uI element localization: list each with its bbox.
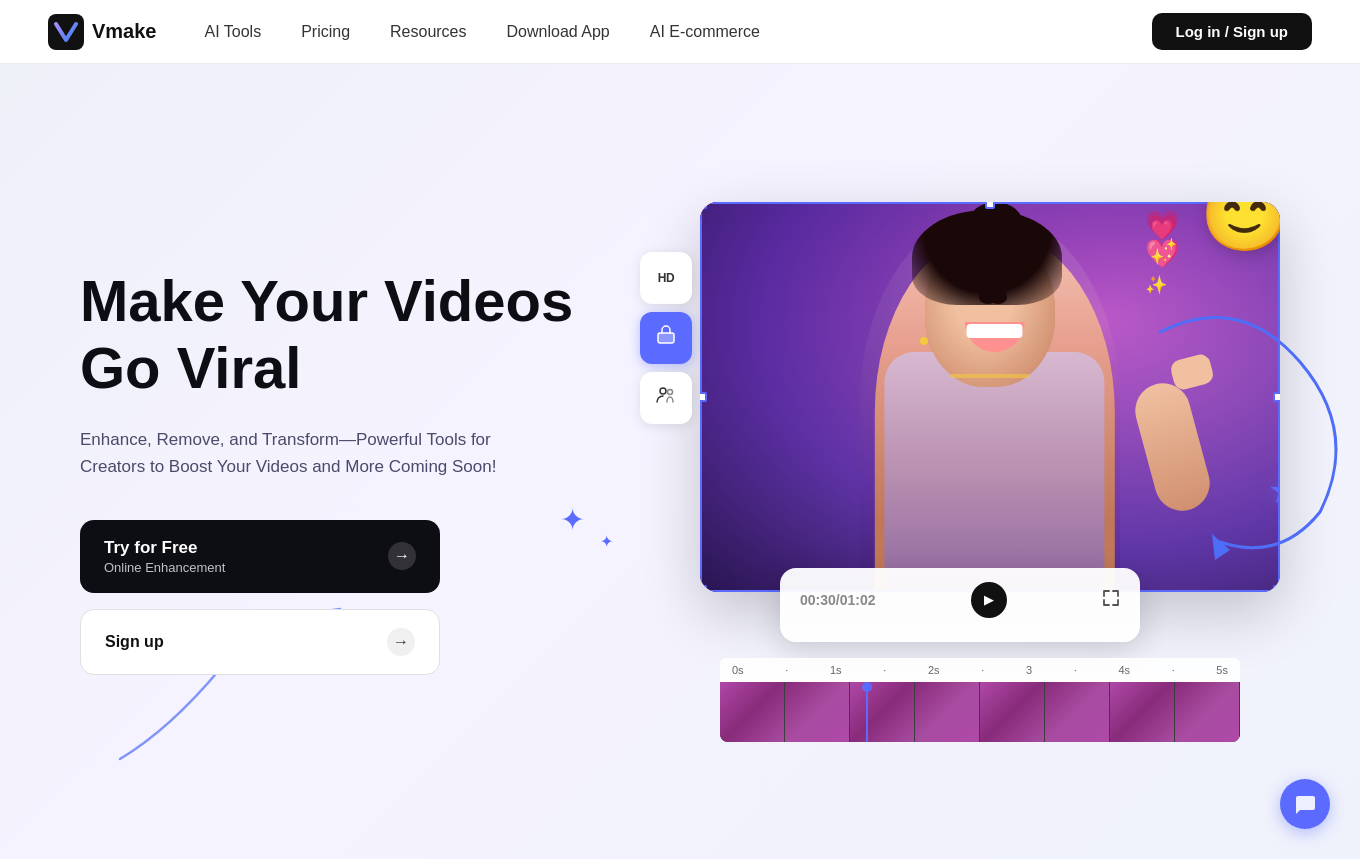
emoji-sticker: 😇 <box>1200 202 1280 257</box>
eraser-tool-button[interactable] <box>640 312 692 364</box>
svg-marker-4 <box>1212 534 1230 560</box>
hero-section: Make Your Videos Go Viral Enhance, Remov… <box>0 64 1360 859</box>
signup-button[interactable]: Sign up → <box>80 609 440 675</box>
ruler-dot3: · <box>981 664 984 676</box>
vmake-logo-icon <box>48 14 84 50</box>
ruler-dot2: · <box>883 664 886 676</box>
strip-frame-8 <box>1175 682 1240 742</box>
ruler-marks: 0s · 1s · 2s · 3 · 4s · 5s <box>724 664 1236 676</box>
hero-title: Make Your Videos Go Viral <box>80 268 580 401</box>
nav-ai-tools[interactable]: AI Tools <box>205 23 262 41</box>
sparkle-small: ✦ <box>600 532 613 551</box>
try-for-free-button[interactable]: Try for Free Online Enhancement → <box>80 520 440 593</box>
star-decoration-right: ★ <box>1268 470 1280 512</box>
nav-resources[interactable]: Resources <box>390 23 466 41</box>
logo-text: Vmake <box>92 20 157 43</box>
sparkle-large: ✦ <box>560 502 585 537</box>
try-btn-label: Try for Free <box>104 538 225 558</box>
ruler-2s: 2s <box>928 664 940 676</box>
login-signup-button[interactable]: Log in / Sign up <box>1152 13 1312 50</box>
ruler-5s: 5s <box>1216 664 1228 676</box>
strip-frame-5 <box>980 682 1045 742</box>
people-tool-button[interactable] <box>640 372 692 424</box>
hero-title-line1: Make Your Videos <box>80 268 573 333</box>
vc-time-total: 01:02 <box>840 592 876 608</box>
vc-play-button[interactable]: ▶ <box>971 582 1007 618</box>
try-btn-arrow-icon: → <box>388 542 416 570</box>
strip-frame-7 <box>1110 682 1175 742</box>
strip-frame-4 <box>915 682 980 742</box>
signup-arrow-icon: → <box>387 628 415 656</box>
hero-subtitle: Enhance, Remove, and Transform—Powerful … <box>80 426 520 480</box>
timeline-playhead <box>866 682 868 742</box>
nav-ai-ecommerce[interactable]: AI E-commerce <box>650 23 760 41</box>
tool-sidebar: HD <box>640 252 692 424</box>
navbar: Vmake AI Tools Pricing Resources Downloa… <box>0 0 1360 64</box>
hero-buttons: Try for Free Online Enhancement → Sign u… <box>80 520 440 675</box>
nav-download-app[interactable]: Download App <box>507 23 610 41</box>
hero-title-line2: Go Viral <box>80 335 301 400</box>
hd-tool-button[interactable]: HD <box>640 252 692 304</box>
vc-fullscreen-button[interactable] <box>1102 589 1120 611</box>
ruler-1s: 1s <box>830 664 842 676</box>
logo-link[interactable]: Vmake <box>48 14 157 50</box>
signup-label: Sign up <box>105 633 164 651</box>
ruler-0s: 0s <box>732 664 744 676</box>
strip-frame-3 <box>850 682 915 742</box>
hd-icon: HD <box>658 271 674 285</box>
svg-point-3 <box>668 390 673 395</box>
vc-time-current: 00:30 <box>800 592 836 608</box>
strip-frame-6 <box>1045 682 1110 742</box>
vc-top-row: 00:30/01:02 ▶ <box>800 582 1120 618</box>
chat-fab-button[interactable] <box>1280 779 1330 829</box>
timeline-area: 0s · 1s · 2s · 3 · 4s · 5s <box>720 658 1240 742</box>
people-icon <box>655 384 677 411</box>
strip-frame-2 <box>785 682 850 742</box>
video-controls: 00:30/01:02 ▶ <box>780 568 1140 642</box>
nav-pricing[interactable]: Pricing <box>301 23 350 41</box>
svg-point-2 <box>660 388 666 394</box>
hero-left: Make Your Videos Go Viral Enhance, Remov… <box>80 268 580 675</box>
ruler-3s: 3 <box>1026 664 1032 676</box>
try-btn-texts: Try for Free Online Enhancement <box>104 538 225 575</box>
ruler-dot1: · <box>785 664 788 676</box>
vc-time-display: 00:30/01:02 <box>800 592 876 608</box>
timeline-strip <box>720 682 1240 742</box>
ruler-4s: 4s <box>1118 664 1130 676</box>
ruler-dot4: · <box>1074 664 1077 676</box>
svg-rect-0 <box>48 14 84 50</box>
video-editor-mockup: HD <box>620 182 1280 762</box>
strip-frame-1 <box>720 682 785 742</box>
svg-rect-1 <box>658 333 674 343</box>
eraser-icon <box>655 324 677 351</box>
timeline-ruler: 0s · 1s · 2s · 3 · 4s · 5s <box>720 658 1240 682</box>
hearts-decoration: 💗💖✨ <box>1145 212 1180 296</box>
nav-links: AI Tools Pricing Resources Download App … <box>205 23 1152 41</box>
try-btn-sublabel: Online Enhancement <box>104 560 225 575</box>
ruler-dot5: · <box>1172 664 1175 676</box>
